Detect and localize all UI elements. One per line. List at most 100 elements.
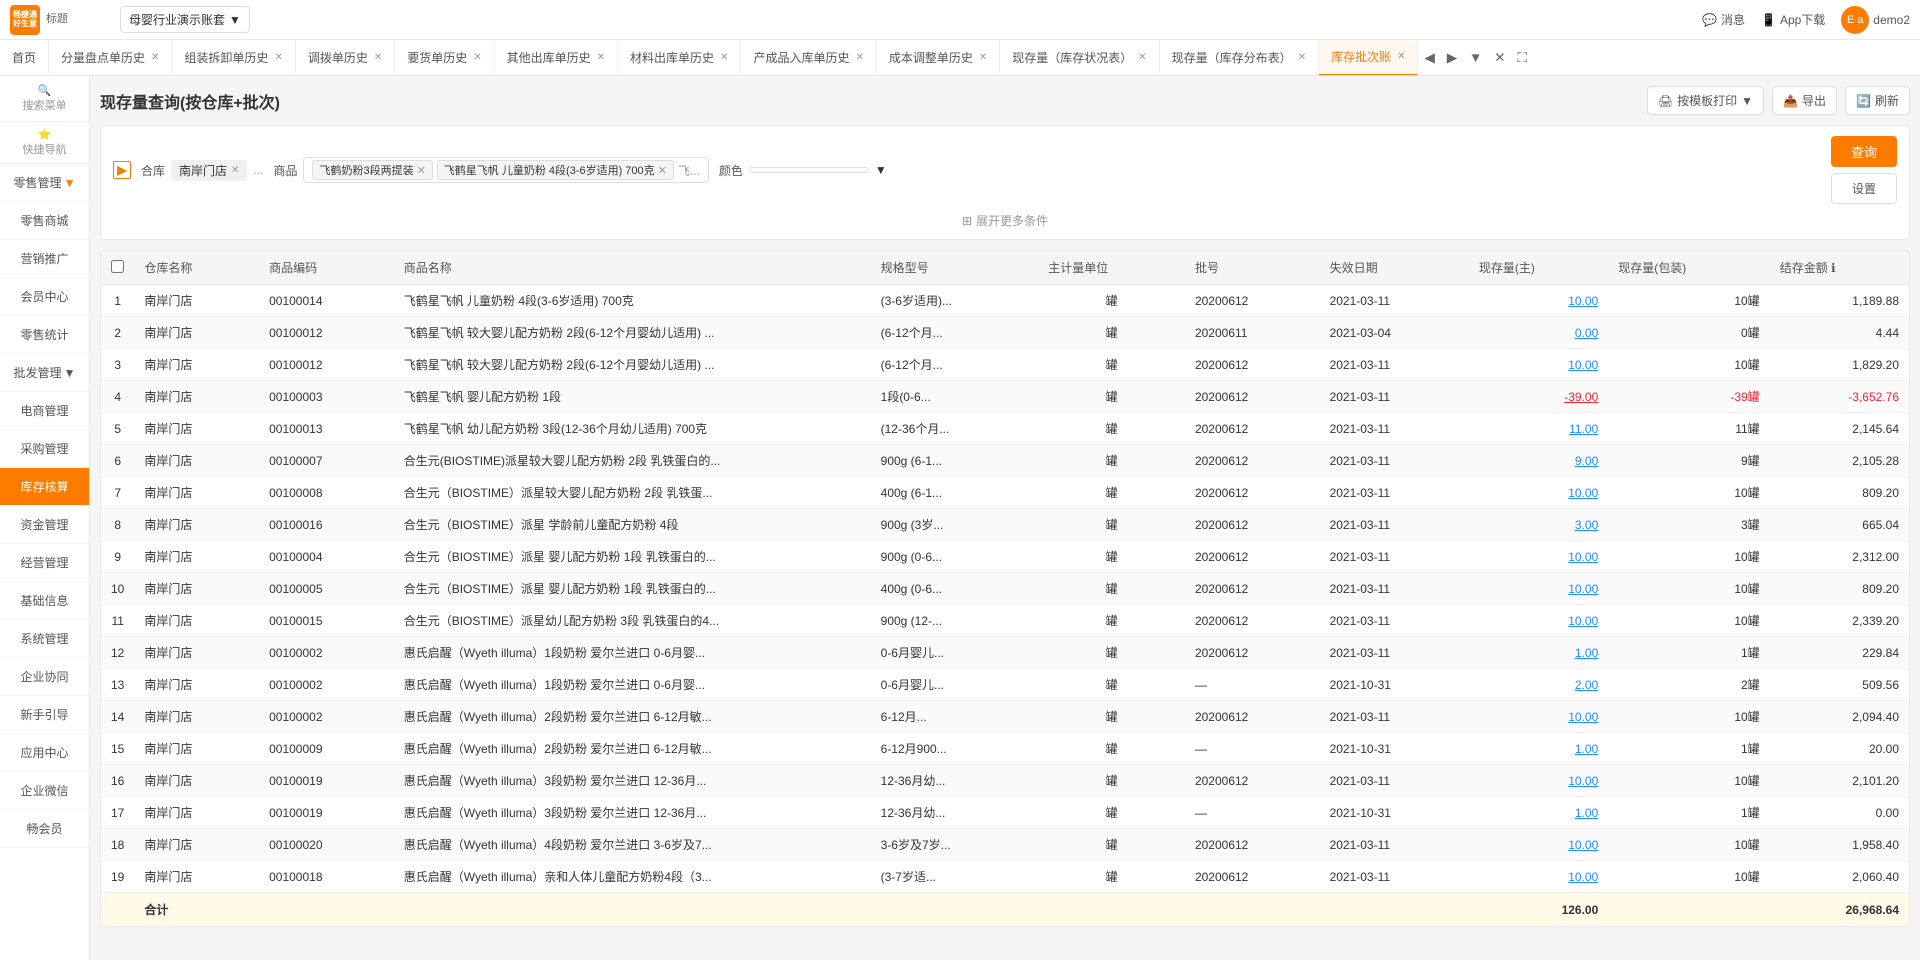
- color-filter-input[interactable]: [749, 167, 869, 173]
- row-qty-main[interactable]: 1.00: [1469, 733, 1608, 765]
- warehouse-tag[interactable]: 南岸门店 ✕: [171, 160, 247, 181]
- tab-7[interactable]: 产成品入库单历史 ✕: [741, 40, 876, 76]
- product-filter-input[interactable]: 飞鹤奶粉3段两提装 ✕ 飞鹤星飞帆 儿童奶粉 4段(3-6岁适用) 700克 ✕…: [303, 157, 708, 183]
- tab-5[interactable]: 其他出库单历史 ✕: [495, 40, 618, 76]
- sidebar-item-inventory[interactable]: 库存核算: [0, 468, 89, 506]
- select-all-checkbox[interactable]: [111, 260, 124, 273]
- row-qty-main[interactable]: 1.00: [1469, 637, 1608, 669]
- sidebar-item-system[interactable]: 系统管理: [0, 620, 89, 658]
- tab-4[interactable]: 要货单历史 ✕: [395, 40, 494, 76]
- tab-nav-right[interactable]: ▶: [1441, 40, 1463, 76]
- sidebar-item-purchase[interactable]: 采购管理: [0, 430, 89, 468]
- sidebar-item-wholesale[interactable]: 批发管理 ▼: [0, 354, 89, 392]
- row-qty-main[interactable]: 10.00: [1469, 541, 1608, 573]
- tab-3-close[interactable]: ✕: [374, 52, 382, 63]
- row-qty-main[interactable]: 10.00: [1469, 829, 1608, 861]
- filter-expand-arrow[interactable]: ▶: [113, 161, 131, 179]
- row-warehouse: 南岸门店: [134, 285, 259, 317]
- row-qty-main[interactable]: 9.00: [1469, 445, 1608, 477]
- row-qty-main[interactable]: 10.00: [1469, 573, 1608, 605]
- tab-6[interactable]: 材料出库单历史 ✕: [618, 40, 741, 76]
- tab-fullscreen[interactable]: ⛶: [1511, 40, 1532, 76]
- user-area[interactable]: E a demo2: [1841, 6, 1910, 34]
- warehouse-tag-close[interactable]: ✕: [231, 165, 239, 176]
- tab-9-close[interactable]: ✕: [1138, 52, 1146, 63]
- row-warehouse: 南岸门店: [134, 701, 259, 733]
- row-qty-main[interactable]: 2.00: [1469, 669, 1608, 701]
- tab-3[interactable]: 调拨单历史 ✕: [296, 40, 395, 76]
- tab-8[interactable]: 成本调整单历史 ✕: [877, 40, 1000, 76]
- tab-1-close[interactable]: ✕: [151, 52, 159, 63]
- tab-9-label: 现存量（库存状况表）: [1012, 49, 1132, 66]
- row-qty-main[interactable]: 10.00: [1469, 285, 1608, 317]
- tab-home[interactable]: 首页: [0, 40, 49, 76]
- tab-10[interactable]: 现存量（库存分布表） ✕: [1160, 40, 1319, 76]
- row-expire: 2021-03-11: [1320, 765, 1469, 797]
- sidebar-quick[interactable]: ⭐ 快捷导航: [0, 122, 89, 164]
- product-chip-1-close[interactable]: ✕: [417, 164, 426, 177]
- sidebar-item-retail-management[interactable]: 零售管理 ▼: [0, 164, 89, 202]
- chevron-icon: ▼: [64, 176, 76, 190]
- export-button[interactable]: 📤 导出: [1772, 86, 1837, 115]
- sidebar-item-retail-stats[interactable]: 零售统计: [0, 316, 89, 354]
- row-qty-main[interactable]: 10.00: [1469, 477, 1608, 509]
- tab-8-close[interactable]: ✕: [979, 52, 987, 63]
- sidebar-item-retail-shop[interactable]: 零售商城: [0, 202, 89, 240]
- product-chip-2[interactable]: 飞鹤星飞帆 儿童奶粉 4段(3-6岁适用) 700克 ✕: [437, 160, 674, 180]
- tab-4-close[interactable]: ✕: [473, 52, 481, 63]
- query-button[interactable]: 查询: [1831, 136, 1897, 167]
- row-qty-main[interactable]: 10.00: [1469, 701, 1608, 733]
- row-qty-main[interactable]: 10.00: [1469, 605, 1608, 637]
- sidebar-item-ecommerce[interactable]: 电商管理: [0, 392, 89, 430]
- product-chip-2-close[interactable]: ✕: [658, 164, 667, 177]
- row-qty-main[interactable]: 11.00: [1469, 413, 1608, 445]
- sidebar-item-member[interactable]: 会员中心: [0, 278, 89, 316]
- row-qty-main[interactable]: 0.00: [1469, 317, 1608, 349]
- sidebar-search[interactable]: 🔍 搜索菜单: [0, 76, 89, 122]
- sidebar-item-operations[interactable]: 经营管理: [0, 544, 89, 582]
- app-download-button[interactable]: 📱 App下载: [1761, 11, 1825, 28]
- template-print-button[interactable]: 🖨 按模板打印 ▼: [1647, 86, 1764, 115]
- row-name: 合生元（BIOSTIME）派星 婴儿配方奶粉 1段 乳铁蛋白的...: [394, 541, 871, 573]
- row-qty-main[interactable]: 3.00: [1469, 509, 1608, 541]
- warehouse-more[interactable]: ...: [253, 163, 263, 177]
- sidebar-item-marketing[interactable]: 营销推广: [0, 240, 89, 278]
- tab-6-close[interactable]: ✕: [720, 52, 728, 63]
- product-more[interactable]: 飞...: [678, 162, 700, 179]
- tab-nav-left[interactable]: ◀: [1418, 40, 1440, 76]
- tab-5-close[interactable]: ✕: [597, 52, 605, 63]
- row-amount: 809.20: [1770, 573, 1909, 605]
- tab-6-label: 材料出库单历史: [630, 49, 714, 66]
- row-spec: 3-6岁及7岁...: [871, 829, 1039, 861]
- sidebar-item-guide[interactable]: 新手引导: [0, 696, 89, 734]
- settings-button[interactable]: 设置: [1831, 173, 1897, 204]
- refresh-label: 刷新: [1875, 92, 1899, 109]
- expand-more-button[interactable]: ⊞ 展开更多条件: [962, 212, 1048, 229]
- tab-nav-menu[interactable]: ▼: [1463, 40, 1488, 76]
- row-qty-main[interactable]: 10.00: [1469, 765, 1608, 797]
- sidebar-item-app-center[interactable]: 应用中心: [0, 734, 89, 772]
- tab-10-close[interactable]: ✕: [1298, 52, 1306, 63]
- tab-2-close[interactable]: ✕: [274, 52, 282, 63]
- sidebar-item-finance[interactable]: 资金管理: [0, 506, 89, 544]
- refresh-button[interactable]: 🔄 刷新: [1845, 86, 1910, 115]
- nav-selector[interactable]: 母婴行业演示账套 ▼: [120, 6, 250, 33]
- tab-close-all[interactable]: ✕: [1488, 40, 1511, 76]
- tab-active-close[interactable]: ✕: [1397, 51, 1405, 62]
- tab-9[interactable]: 现存量（库存状况表） ✕: [1000, 40, 1159, 76]
- row-qty-main[interactable]: -39.00: [1469, 381, 1608, 413]
- row-qty-main[interactable]: 1.00: [1469, 797, 1608, 829]
- messages-button[interactable]: 💬 消息: [1702, 11, 1745, 28]
- tab-7-close[interactable]: ✕: [855, 52, 863, 63]
- sidebar-item-collab[interactable]: 企业协同: [0, 658, 89, 696]
- row-qty-main[interactable]: 10.00: [1469, 349, 1608, 381]
- tab-2[interactable]: 组装拆卸单历史 ✕: [172, 40, 295, 76]
- sidebar-item-basic[interactable]: 基础信息: [0, 582, 89, 620]
- row-qty-pack: 10罐: [1608, 829, 1769, 861]
- sidebar-item-vip[interactable]: 畅会员: [0, 810, 89, 848]
- product-chip-1[interactable]: 飞鹤奶粉3段两提装 ✕: [312, 160, 432, 180]
- tab-1[interactable]: 分量盘点单历史 ✕: [49, 40, 172, 76]
- tab-active[interactable]: 库存批次账 ✕: [1319, 40, 1418, 76]
- row-qty-main[interactable]: 10.00: [1469, 861, 1608, 893]
- sidebar-item-wechat[interactable]: 企业微信: [0, 772, 89, 810]
